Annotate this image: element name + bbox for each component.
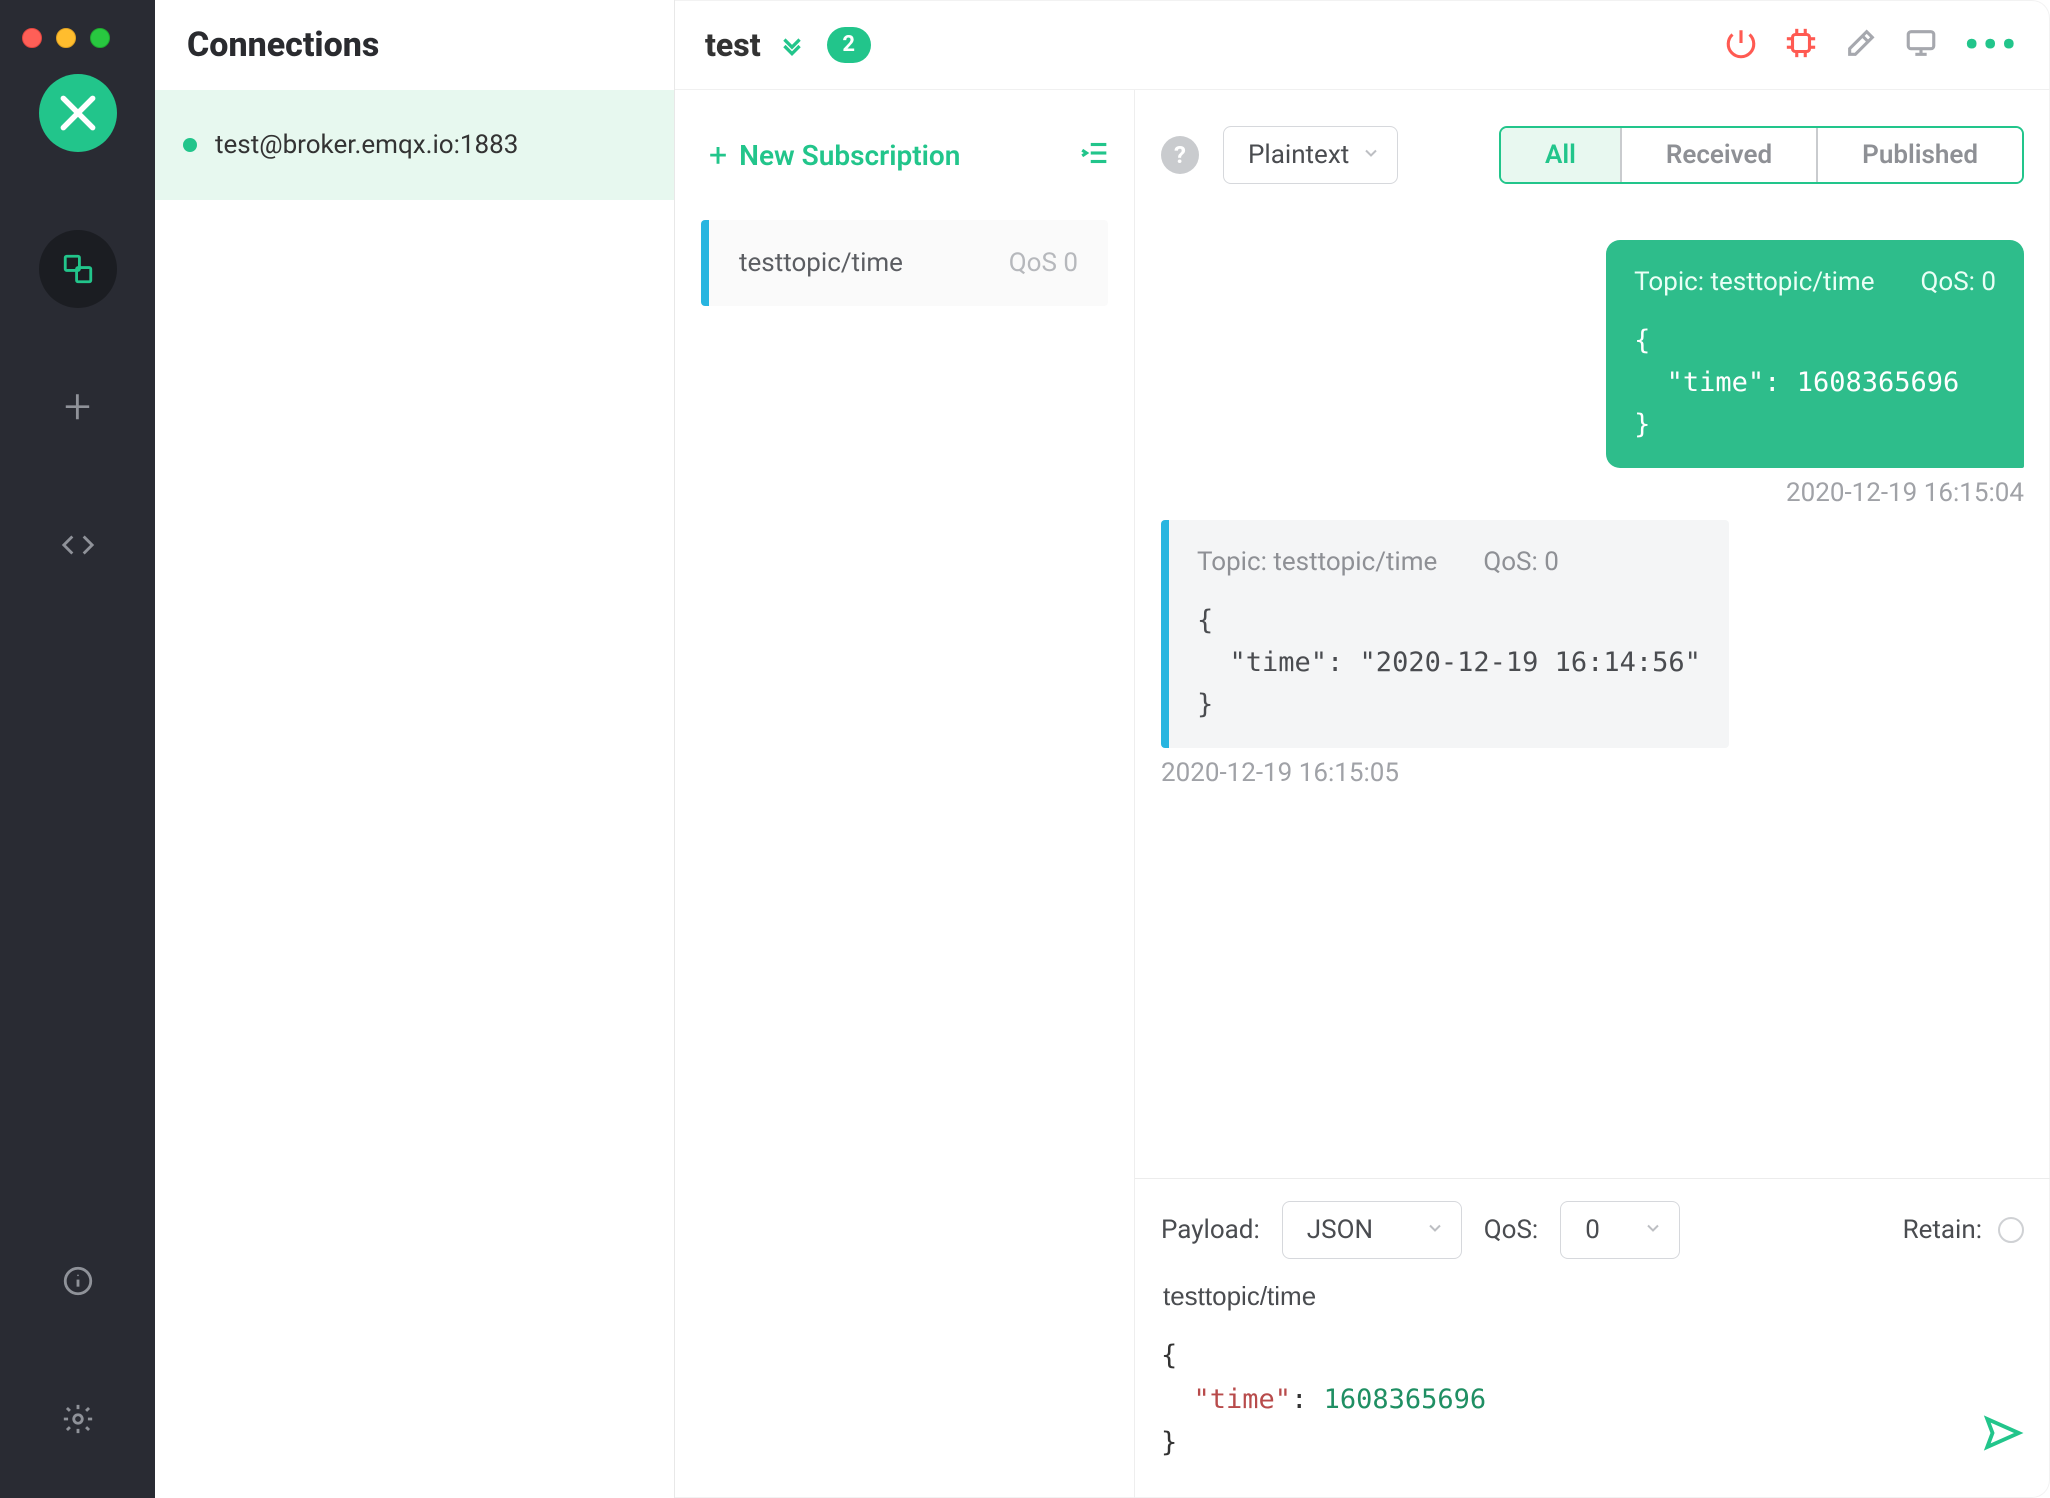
app-logo	[39, 74, 117, 152]
minimize-window-icon[interactable]	[56, 28, 76, 48]
filter-received[interactable]: Received	[1622, 128, 1818, 182]
message-topic: Topic: testtopic/time	[1634, 262, 1874, 302]
subscriptions-pane: + New Subscription testtopic/time QoS 0	[675, 90, 1135, 1498]
send-button[interactable]	[1982, 1412, 2024, 1464]
new-subscription-button[interactable]: + New Subscription	[709, 136, 960, 174]
new-subscription-label: New Subscription	[739, 139, 960, 172]
connections-panel: Connections test@broker.emqx.io:1883	[155, 0, 675, 1498]
publish-composer: Payload: JSON QoS: 0 Retain:	[1135, 1178, 2050, 1498]
messages-toolbar: ? Plaintext All Received Published	[1135, 90, 2050, 220]
collapse-subscriptions-icon[interactable]	[1078, 136, 1112, 174]
window-traffic-lights[interactable]	[22, 28, 110, 48]
connection-title: test	[705, 26, 761, 64]
nav-scripts[interactable]	[39, 506, 117, 584]
message-timestamp: 2020-12-19 16:15:04	[1786, 478, 2024, 508]
expand-connection-icon[interactable]	[779, 32, 805, 58]
help-icon[interactable]: ?	[1161, 136, 1199, 174]
status-dot-icon	[183, 138, 197, 152]
unread-badge: 2	[827, 27, 871, 63]
chip-icon[interactable]	[1784, 26, 1818, 64]
message-qos: QoS: 0	[1920, 262, 1996, 302]
qos-select[interactable]: 0	[1560, 1201, 1680, 1259]
payload-label: Payload:	[1161, 1215, 1260, 1245]
qos-label: QoS:	[1484, 1215, 1538, 1245]
format-select[interactable]: Plaintext	[1223, 126, 1398, 184]
chevron-down-icon	[1361, 140, 1381, 170]
monitor-icon[interactable]	[1904, 26, 1938, 64]
message-filter-segment: All Received Published	[1499, 126, 2024, 184]
publish-payload-input[interactable]: { "time": 1608365696 }	[1161, 1334, 1962, 1464]
message-sent: Topic: testtopic/time QoS: 0 { "time": 1…	[1606, 240, 2024, 468]
nav-info[interactable]	[39, 1242, 117, 1320]
message-payload: { "time": "2020-12-19 16:14:56" }	[1197, 600, 1701, 726]
payload-type-value: JSON	[1307, 1215, 1373, 1245]
close-window-icon[interactable]	[22, 28, 42, 48]
format-select-value: Plaintext	[1248, 140, 1349, 170]
subscription-item[interactable]: testtopic/time QoS 0	[701, 220, 1108, 306]
nav-settings[interactable]	[39, 1380, 117, 1458]
messages-pane: ? Plaintext All Received Published	[1135, 90, 2050, 1498]
message-qos: QoS: 0	[1483, 542, 1559, 582]
disconnect-icon[interactable]	[1724, 26, 1758, 64]
message-payload: { "time": 1608365696 }	[1634, 320, 1996, 446]
message-topic: Topic: testtopic/time	[1197, 542, 1437, 582]
filter-all[interactable]: All	[1501, 128, 1622, 182]
filter-published[interactable]: Published	[1818, 128, 2022, 182]
header-actions: •••	[1724, 26, 2020, 64]
connection-item[interactable]: test@broker.emqx.io:1883	[155, 90, 674, 200]
nav-new[interactable]: +	[39, 368, 117, 446]
message-timestamp: 2020-12-19 16:15:05	[1161, 758, 1399, 788]
publish-topic-input[interactable]	[1161, 1275, 2024, 1318]
main-pane: test 2 •••	[675, 0, 2050, 1498]
message-received: Topic: testtopic/time QoS: 0 { "time": "…	[1161, 520, 1729, 748]
plus-icon: +	[709, 136, 727, 174]
subscription-topic: testtopic/time	[739, 248, 903, 278]
edit-icon[interactable]	[1844, 26, 1878, 64]
retain-toggle[interactable]	[1998, 1217, 2024, 1243]
retain-label: Retain:	[1903, 1215, 1982, 1245]
connections-header: Connections	[155, 0, 674, 90]
payload-type-select[interactable]: JSON	[1282, 1201, 1462, 1259]
main-header: test 2 •••	[675, 0, 2050, 90]
nav-rail: +	[0, 0, 155, 1498]
chevron-down-icon	[1643, 1215, 1663, 1245]
zoom-window-icon[interactable]	[90, 28, 110, 48]
chevron-down-icon	[1425, 1215, 1445, 1245]
message-stream[interactable]: Topic: testtopic/time QoS: 0 { "time": 1…	[1135, 220, 2050, 1178]
nav-connections[interactable]	[39, 230, 117, 308]
connection-label: test@broker.emqx.io:1883	[215, 130, 518, 160]
qos-value: 0	[1585, 1215, 1600, 1245]
subscription-qos: QoS 0	[1009, 248, 1078, 278]
